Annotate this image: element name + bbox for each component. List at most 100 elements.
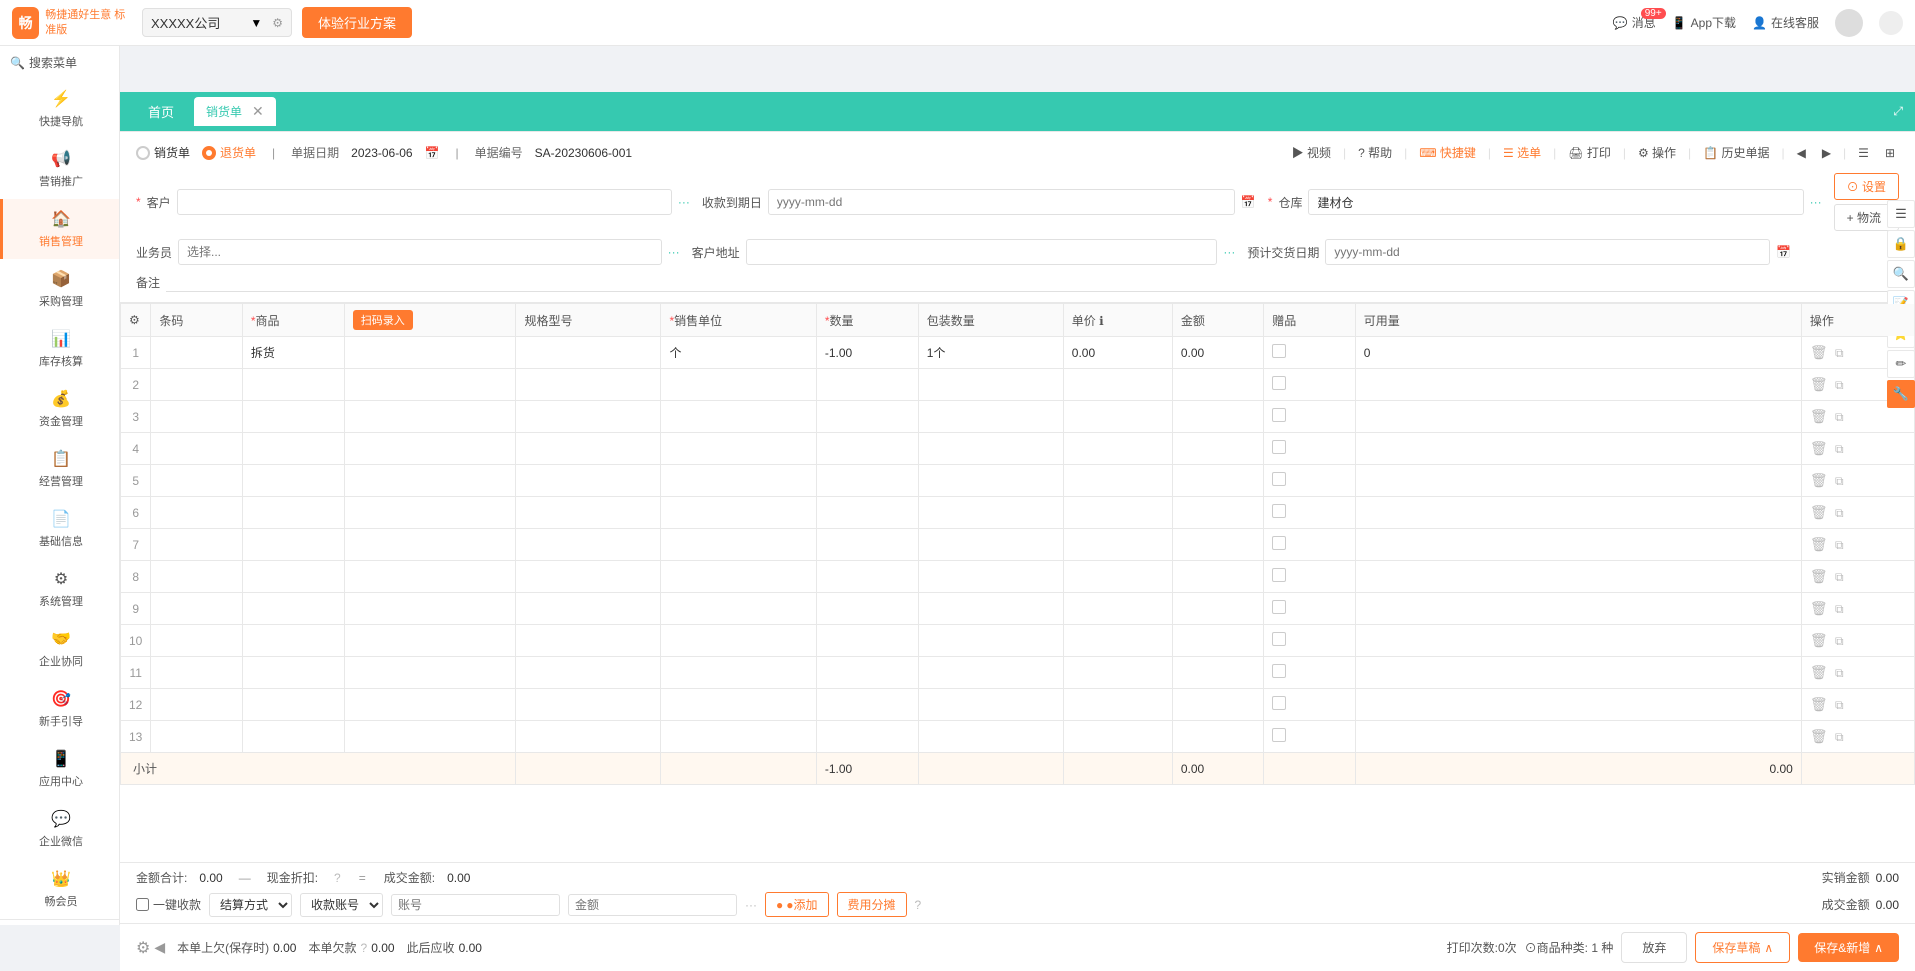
copy-row-icon[interactable]: ⧉ xyxy=(1835,666,1844,680)
delete-row-icon[interactable]: 🗑 xyxy=(1810,696,1828,712)
sidebar-item-operations[interactable]: 📋 经营管理 xyxy=(0,439,119,499)
copy-row-icon[interactable]: ⧉ xyxy=(1835,410,1844,424)
float-btn-3[interactable]: 🔍 xyxy=(1887,260,1915,288)
sidebar-item-purchase[interactable]: 📦 采购管理 xyxy=(0,259,119,319)
row-product[interactable] xyxy=(242,369,344,401)
row-product[interactable] xyxy=(242,721,344,753)
row-unit-price[interactable] xyxy=(1063,721,1172,753)
note-input[interactable] xyxy=(166,273,1899,292)
row-amount[interactable] xyxy=(1172,561,1263,593)
row-gift[interactable] xyxy=(1264,337,1355,369)
gift-checkbox[interactable] xyxy=(1272,600,1286,614)
toolbar-prev[interactable]: ◀ xyxy=(1793,144,1810,162)
calendar-expected-icon[interactable]: 📅 xyxy=(1776,245,1791,259)
row-unit[interactable] xyxy=(661,625,816,657)
dots-icon[interactable]: ··· xyxy=(745,898,757,912)
col-scan[interactable]: 扫码录入 xyxy=(344,304,516,337)
row-amount[interactable]: 0.00 xyxy=(1172,337,1263,369)
row-quantity[interactable] xyxy=(816,369,918,401)
row-amount[interactable] xyxy=(1172,369,1263,401)
customer-address-input[interactable] xyxy=(746,239,1218,265)
row-product[interactable] xyxy=(242,529,344,561)
copy-row-icon[interactable]: ⧉ xyxy=(1835,570,1844,584)
calendar-due-icon[interactable]: 📅 xyxy=(1241,195,1256,209)
row-spec[interactable] xyxy=(516,529,661,561)
sidebar-item-guide[interactable]: 🎯 新手引导 xyxy=(0,679,119,739)
row-unit-price[interactable] xyxy=(1063,465,1172,497)
gift-checkbox[interactable] xyxy=(1272,376,1286,390)
sidebar-item-wechat[interactable]: 💬 企业微信 xyxy=(0,799,119,859)
row-unit-price[interactable] xyxy=(1063,561,1172,593)
company-selector[interactable]: XXXXX公司 ▼ ⚙ xyxy=(142,8,292,37)
row-spec[interactable] xyxy=(516,593,661,625)
delete-row-icon[interactable]: 🗑 xyxy=(1810,408,1828,424)
float-btn-7[interactable]: 🔧 xyxy=(1887,380,1915,408)
row-pkg-qty[interactable] xyxy=(918,465,1063,497)
copy-row-icon[interactable]: ⧉ xyxy=(1835,602,1844,616)
toolbar-video[interactable]: ▶ 视频 xyxy=(1288,142,1335,163)
row-gift[interactable] xyxy=(1264,529,1355,561)
delete-row-icon[interactable]: 🗑 xyxy=(1810,728,1828,744)
row-pkg-qty[interactable] xyxy=(918,721,1063,753)
row-pkg-qty[interactable] xyxy=(918,497,1063,529)
trial-button[interactable]: 体验行业方案 xyxy=(302,7,412,38)
float-btn-6[interactable]: ✏ xyxy=(1887,350,1915,378)
copy-row-icon[interactable]: ⧉ xyxy=(1835,378,1844,392)
one-click-payment-checkbox[interactable]: 一键收款 xyxy=(136,896,201,913)
sidebar-item-app-center[interactable]: 📱 应用中心 xyxy=(0,739,119,799)
row-gift[interactable] xyxy=(1264,721,1355,753)
customer-input[interactable] xyxy=(177,189,672,215)
toolbar-list-view[interactable]: ☰ xyxy=(1854,144,1873,162)
row-amount[interactable] xyxy=(1172,657,1263,689)
row-amount[interactable] xyxy=(1172,593,1263,625)
row-amount[interactable] xyxy=(1172,529,1263,561)
row-unit[interactable] xyxy=(661,529,816,561)
row-unit-price[interactable] xyxy=(1063,401,1172,433)
row-quantity[interactable] xyxy=(816,465,918,497)
row-quantity[interactable] xyxy=(816,561,918,593)
row-unit[interactable]: 个 xyxy=(661,337,816,369)
row-quantity[interactable] xyxy=(816,401,918,433)
row-amount[interactable] xyxy=(1172,497,1263,529)
row-product[interactable]: 拆货 xyxy=(242,337,344,369)
row-gift[interactable] xyxy=(1264,593,1355,625)
row-barcode[interactable] xyxy=(151,433,242,465)
row-gift[interactable] xyxy=(1264,369,1355,401)
save-draft-button[interactable]: 保存草稿 ∧ xyxy=(1695,932,1790,963)
row-amount[interactable] xyxy=(1172,401,1263,433)
row-product[interactable] xyxy=(242,465,344,497)
toolbar-select[interactable]: ☰ 选单 xyxy=(1499,142,1545,163)
row-gift[interactable] xyxy=(1264,689,1355,721)
gift-checkbox[interactable] xyxy=(1272,440,1286,454)
row-unit[interactable] xyxy=(661,721,816,753)
row-barcode[interactable] xyxy=(151,689,242,721)
row-amount[interactable] xyxy=(1172,625,1263,657)
float-btn-2[interactable]: 🔒 xyxy=(1887,230,1915,258)
row-spec[interactable] xyxy=(516,689,661,721)
row-product[interactable] xyxy=(242,625,344,657)
sidebar-item-system[interactable]: ⚙ 系统管理 xyxy=(0,559,119,619)
row-barcode[interactable] xyxy=(151,337,242,369)
gift-checkbox[interactable] xyxy=(1272,536,1286,550)
toolbar-shortcut[interactable]: ⌨ 快捷键 xyxy=(1415,142,1480,163)
settings-icon[interactable]: ⚙ xyxy=(272,16,283,30)
sidebar-item-member[interactable]: 👑 畅会员 xyxy=(0,859,119,919)
delete-row-icon[interactable]: 🗑 xyxy=(1810,632,1828,648)
row-unit-price[interactable]: 0.00 xyxy=(1063,337,1172,369)
settings-button[interactable]: ⊙ 设置 xyxy=(1834,173,1899,200)
delete-row-icon[interactable]: 🗑 xyxy=(1810,664,1828,680)
row-unit[interactable] xyxy=(661,593,816,625)
sidebar-item-marketing[interactable]: 📢 营销推广 xyxy=(0,139,119,199)
row-amount[interactable] xyxy=(1172,465,1263,497)
row-spec[interactable] xyxy=(516,625,661,657)
copy-row-icon[interactable]: ⧉ xyxy=(1835,538,1844,552)
tab-close-icon[interactable]: ✕ xyxy=(252,103,264,120)
salesperson-input[interactable] xyxy=(178,239,662,265)
delete-row-icon[interactable]: 🗑 xyxy=(1810,600,1828,616)
expand-icon[interactable]: ⤢ xyxy=(1893,104,1903,119)
copy-row-icon[interactable]: ⧉ xyxy=(1835,442,1844,456)
delete-row-icon[interactable]: 🗑 xyxy=(1810,344,1828,360)
copy-row-icon[interactable]: ⧉ xyxy=(1835,506,1844,520)
copy-row-icon[interactable]: ⧉ xyxy=(1835,730,1844,744)
row-pkg-qty[interactable] xyxy=(918,369,1063,401)
